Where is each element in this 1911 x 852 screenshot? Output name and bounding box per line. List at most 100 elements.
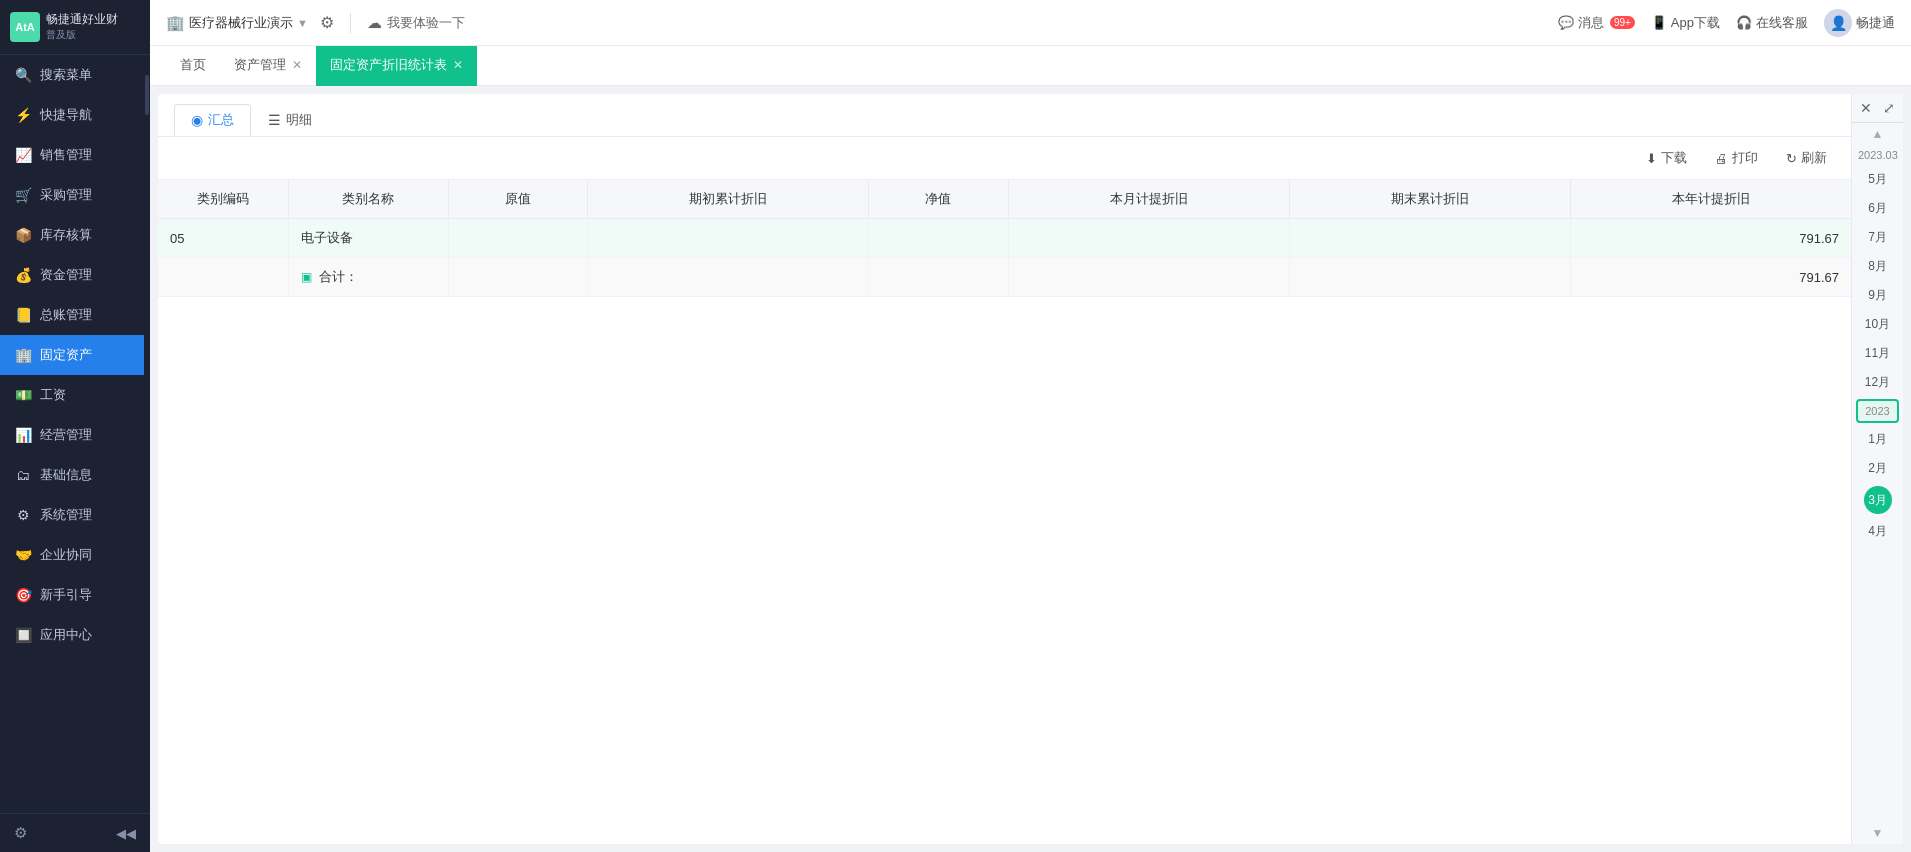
sidebar-item-label: 新手引导 (40, 586, 92, 604)
messages-label: 消息 (1578, 14, 1604, 32)
sidebar-item-operations[interactable]: 📊 经营管理 (0, 415, 150, 455)
date-month-12[interactable]: 12月 (1852, 368, 1903, 397)
sidebar-item-fixed-asset[interactable]: 🏢 固定资产 (0, 335, 150, 375)
sidebar-item-label: 库存核算 (40, 226, 92, 244)
inventory-icon: 📦 (14, 226, 32, 244)
col-ending-depr: 期末累计折旧 (1289, 180, 1570, 219)
print-btn-icon: 🖨 (1715, 151, 1728, 166)
company-icon: 🏢 (166, 14, 185, 32)
sidebar-item-sales[interactable]: 📈 销售管理 (0, 135, 150, 175)
tab-asset-mgmt-close-icon[interactable]: ✕ (292, 58, 302, 72)
fixed-asset-icon: 🏢 (14, 346, 32, 364)
main-content: 🏢 医疗器械行业演示 ▼ ⚙ ☁ 我要体验一下 💬 消息 99+ 📱 App下载… (150, 0, 1911, 852)
sidebar-item-system[interactable]: ⚙ 系统管理 (0, 495, 150, 535)
date-panel-expand-icon[interactable]: ⤢ (1883, 100, 1895, 116)
company-selector[interactable]: 🏢 医疗器械行业演示 ▼ (166, 14, 308, 32)
search-icon: 🔍 (14, 66, 32, 84)
sidebar-item-finance[interactable]: 💰 资金管理 (0, 255, 150, 295)
sidebar-scrollbar (144, 55, 150, 808)
refresh-button[interactable]: ↻ 刷新 (1778, 145, 1835, 171)
detail-icon: ☰ (268, 112, 281, 128)
app-download-btn[interactable]: 📱 App下载 (1651, 14, 1720, 32)
sidebar-settings-icon[interactable]: ⚙ (14, 824, 27, 842)
date-month-8[interactable]: 8月 (1852, 252, 1903, 281)
topbar-settings-icon[interactable]: ⚙ (320, 13, 334, 32)
tab-home[interactable]: 首页 (166, 46, 220, 86)
date-month-10[interactable]: 10月 (1852, 310, 1903, 339)
sidebar-item-ledger[interactable]: 📒 总账管理 (0, 295, 150, 335)
content-main: ◉ 汇总 ☰ 明细 ⬇ 下载 🖨 打印 ↻ (158, 94, 1851, 844)
date-panel: 2023.03 5月 6月 7月 8月 9月 10月 11月 12月 2023 … (1852, 145, 1903, 822)
date-year-2023[interactable]: 2023 (1856, 399, 1899, 423)
tab-depreciation-report[interactable]: 固定资产折旧统计表 ✕ (316, 46, 477, 86)
cell-original-value (448, 219, 587, 258)
date-scroll-down[interactable]: ▼ (1852, 822, 1903, 844)
online-service-btn[interactable]: 🎧 在线客服 (1736, 14, 1808, 32)
cooperation-icon: 🤝 (14, 546, 32, 564)
download-icon: 📱 (1651, 15, 1667, 30)
sidebar-item-basic-info[interactable]: 🗂 基础信息 (0, 455, 150, 495)
tab-home-label: 首页 (180, 56, 206, 74)
cell-net-value (869, 219, 1008, 258)
date-month-6[interactable]: 6月 (1852, 194, 1903, 223)
date-month-9[interactable]: 9月 (1852, 281, 1903, 310)
download-button[interactable]: ⬇ 下载 (1638, 145, 1695, 171)
sidebar-item-label: 搜索菜单 (40, 66, 92, 84)
message-icon: 💬 (1558, 15, 1574, 30)
tab-depreciation-label: 固定资产折旧统计表 (330, 56, 447, 74)
sidebar-item-app-center[interactable]: 🔲 应用中心 (0, 615, 150, 655)
sidebar-item-label: 企业协同 (40, 546, 92, 564)
date-panel-close-icon[interactable]: ✕ (1860, 100, 1872, 116)
col-monthly-depr: 本月计提折旧 (1008, 180, 1289, 219)
cell-initial-depr (587, 219, 868, 258)
download-btn-label: 下载 (1661, 149, 1687, 167)
sub-tab-detail[interactable]: ☰ 明细 (251, 104, 329, 136)
sidebar-collapse-icon[interactable]: ◀◀ (116, 826, 136, 841)
content-area: ◉ 汇总 ☰ 明细 ⬇ 下载 🖨 打印 ↻ (158, 94, 1903, 844)
sidebar-item-payroll[interactable]: 💵 工资 (0, 375, 150, 415)
topbar-right: 💬 消息 99+ 📱 App下载 🎧 在线客服 👤 畅捷通 (1558, 9, 1895, 37)
date-month-4-2023[interactable]: 4月 (1852, 517, 1903, 546)
sub-tab-summary-label: 汇总 (208, 111, 234, 129)
date-month-1-2023[interactable]: 1月 (1852, 425, 1903, 454)
app-center-icon: 🔲 (14, 626, 32, 644)
tab-depreciation-close-icon[interactable]: ✕ (453, 58, 463, 72)
date-month-7[interactable]: 7月 (1852, 223, 1903, 252)
sub-tab-summary[interactable]: ◉ 汇总 (174, 104, 251, 136)
total-icon: ▣ (301, 270, 312, 284)
sub-tab-detail-label: 明细 (286, 111, 312, 129)
sidebar-item-purchase[interactable]: 🛒 采购管理 (0, 175, 150, 215)
sidebar-item-search[interactable]: 🔍 搜索菜单 (0, 55, 150, 95)
sidebar-item-inventory[interactable]: 📦 库存核算 (0, 215, 150, 255)
cloud-icon: ☁ (367, 14, 382, 32)
date-month-11[interactable]: 11月 (1852, 339, 1903, 368)
sidebar-item-label: 销售管理 (40, 146, 92, 164)
app-download-label: App下载 (1671, 14, 1720, 32)
date-month-3-2023-selected[interactable]: 3月 (1864, 486, 1892, 514)
sidebar-footer: ⚙ ◀◀ (0, 813, 150, 852)
finance-icon: 💰 (14, 266, 32, 284)
sidebar-item-label: 基础信息 (40, 466, 92, 484)
tab-asset-mgmt[interactable]: 资产管理 ✕ (220, 46, 316, 86)
app-version: 普及版 (46, 28, 118, 42)
payroll-icon: 💵 (14, 386, 32, 404)
sidebar-item-label: 快捷导航 (40, 106, 92, 124)
date-month-2-2023[interactable]: 2月 (1852, 454, 1903, 483)
date-month-5-2022[interactable]: 5月 (1852, 165, 1903, 194)
date-scroll-up[interactable]: ▲ (1852, 123, 1903, 145)
experience-btn[interactable]: ☁ 我要体验一下 (367, 14, 465, 32)
messages-btn[interactable]: 💬 消息 99+ (1558, 14, 1635, 32)
topbar-divider (350, 13, 351, 33)
sidebar-item-quick-nav[interactable]: ⚡ 快捷导航 (0, 95, 150, 135)
date-current-label: 2023.03 (1852, 145, 1903, 165)
sidebar-item-cooperation[interactable]: 🤝 企业协同 (0, 535, 150, 575)
user-btn[interactable]: 👤 畅捷通 (1824, 9, 1895, 37)
sidebar-item-label: 经营管理 (40, 426, 92, 444)
print-button[interactable]: 🖨 打印 (1707, 145, 1766, 171)
col-original-value: 原值 (448, 180, 587, 219)
cell-monthly-depr (1008, 219, 1289, 258)
sidebar-item-guide[interactable]: 🎯 新手引导 (0, 575, 150, 615)
avatar: 👤 (1824, 9, 1852, 37)
table-row: 05 电子设备 791.67 (158, 219, 1851, 258)
cell-annual-depr: 791.67 (1571, 219, 1851, 258)
